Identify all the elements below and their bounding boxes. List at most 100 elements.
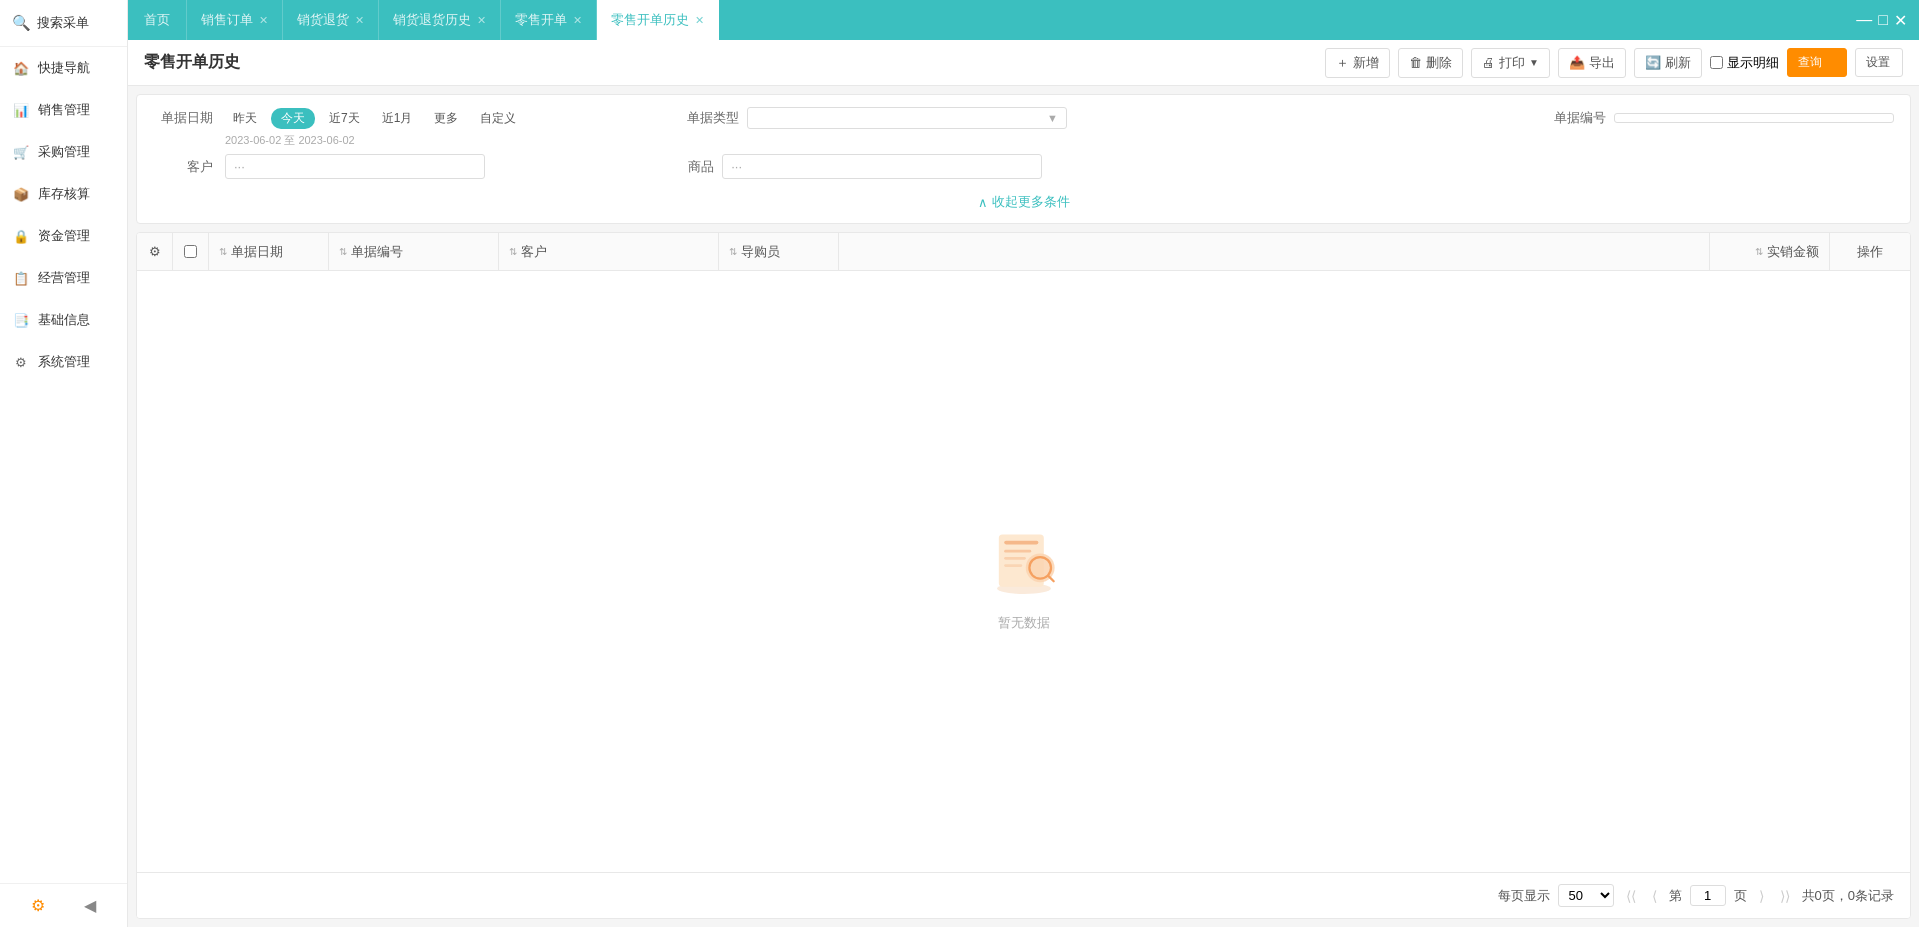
tab-sales-return[interactable]: 销货退货 ✕ [283,0,379,40]
next-page-btn[interactable]: ⟩ [1755,886,1768,906]
th-guide[interactable]: ⇅ 导购员 [719,233,839,270]
toolbar: 零售开单历史 ＋ 新增 🗑 删除 🖨 打印 ▼ 📤 导出 🔄 刷新 显示明细 查… [128,40,1919,86]
sidebar-item-operation[interactable]: 📋 经营管理 [0,257,127,299]
gear-icon: ⚙ [12,353,30,371]
export-icon: 📤 [1569,55,1585,70]
th-date-sort-icon: ⇅ [219,246,227,257]
tab-sales-order[interactable]: 销售订单 ✕ [187,0,283,40]
maximize-button[interactable]: □ [1878,11,1888,29]
custom-btn[interactable]: 自定义 [472,108,524,129]
table-wrapper: ⚙ ⇅ 单据日期 ⇅ 单据编号 ⇅ 客户 ⇅ 导购员 [136,232,1911,919]
sidebar-item-quick-nav[interactable]: 🏠 快捷导航 [0,47,127,89]
prev-page-btn[interactable]: ⟨ [1648,886,1661,906]
sidebar-item-label: 采购管理 [38,143,90,161]
top-nav-right: — □ ✕ [1856,0,1919,40]
select-all-checkbox[interactable] [184,245,197,258]
more-btn[interactable]: 更多 [426,108,466,129]
collapse-up-icon: ∧ [978,195,988,210]
page-label: 页 [1734,887,1747,905]
th-amount[interactable]: ⇅ 实销金额 [1710,233,1830,270]
show-detail-label[interactable]: 显示明细 [1710,54,1779,72]
export-button[interactable]: 📤 导出 [1558,48,1626,78]
page-title: 零售开单历史 [144,52,1317,73]
total-info: 共0页，0条记录 [1802,887,1894,905]
sidebar-search[interactable]: 🔍 搜索采单 [0,0,127,47]
filter-row-date: 单据日期 昨天 今天 近7天 近1月 更多 自定义 单据类型 ▼ [153,107,1894,129]
tab-sales-order-label: 销售订单 [201,11,253,29]
th-checkbox[interactable] [173,233,209,270]
first-page-btn[interactable]: ⟨⟨ [1622,886,1640,906]
th-order-no[interactable]: ⇅ 单据编号 [329,233,499,270]
top-nav: 首页 销售订单 ✕ 销货退货 ✕ 销货退货历史 ✕ 零售开单 ✕ 零售开单历史 … [128,0,1919,40]
tab-retail-history[interactable]: 零售开单历史 ✕ [597,0,719,40]
chart-icon: 📊 [12,101,30,119]
tab-retail-open[interactable]: 零售开单 ✕ [501,0,597,40]
page-number-input[interactable] [1690,885,1726,906]
th-settings[interactable]: ⚙ [137,233,173,270]
box-icon: 📦 [12,185,30,203]
svg-rect-3 [1004,549,1031,552]
pagination: 每页显示 50 10 20 100 ⟨⟨ ⟨ 第 页 ⟩ ⟩⟩ 共0页，0条记录 [137,872,1910,918]
print-button[interactable]: 🖨 打印 ▼ [1471,48,1550,78]
sidebar-item-purchase-mgmt[interactable]: 🛒 采购管理 [0,131,127,173]
goods-label: 商品 [674,158,714,176]
sidebar-item-finance[interactable]: 🔒 资金管理 [0,215,127,257]
th-customer[interactable]: ⇅ 客户 [499,233,719,270]
doc-type-select[interactable]: ▼ [747,107,1067,129]
sidebar-item-inventory[interactable]: 📦 库存核算 [0,173,127,215]
settings-toolbar-button[interactable]: 设置 [1855,48,1903,77]
sidebar-bottom: ⚙ ◀ [0,883,127,927]
th-date[interactable]: ⇅ 单据日期 [209,233,329,270]
refresh-button[interactable]: 🔄 刷新 [1634,48,1702,78]
minimize-button[interactable]: — [1856,11,1872,29]
empty-illustration [979,512,1069,602]
last-page-btn[interactable]: ⟩⟩ [1776,886,1794,906]
tab-retail-open-close[interactable]: ✕ [573,14,582,27]
yesterday-btn[interactable]: 昨天 [225,108,265,129]
close-window-button[interactable]: ✕ [1894,11,1907,30]
collapse-sidebar-button[interactable]: ◀ [84,896,96,915]
page-size-select[interactable]: 50 10 20 100 [1558,884,1614,907]
sidebar-item-label: 快捷导航 [38,59,90,77]
svg-rect-5 [1004,564,1022,567]
sidebar-search-label: 搜索采单 [37,14,89,32]
sidebar-item-basic-info[interactable]: 📑 基础信息 [0,299,127,341]
goods-input[interactable]: ··· [722,154,1042,179]
search-icon: 🔍 [12,14,31,32]
tab-sales-return-close[interactable]: ✕ [355,14,364,27]
show-detail-checkbox[interactable] [1710,56,1723,69]
add-icon: ＋ [1336,54,1349,72]
content-area: 单据日期 昨天 今天 近7天 近1月 更多 自定义 单据类型 ▼ [128,86,1919,927]
tab-home[interactable]: 首页 [128,0,187,40]
customer-input[interactable]: ··· [225,154,485,179]
th-customer-sort-icon: ⇅ [509,246,517,257]
customer-dots: ··· [234,159,245,174]
doc-type-label: 单据类型 [679,109,739,127]
tab-sales-order-close[interactable]: ✕ [259,14,268,27]
tab-sales-return-history-close[interactable]: ✕ [477,14,486,27]
last7-btn[interactable]: 近7天 [321,108,368,129]
tab-sales-return-history[interactable]: 销货退货历史 ✕ [379,0,501,40]
customer-label: 客户 [153,158,213,176]
goods-group: 商品 ··· [517,154,1200,179]
settings-button[interactable]: ⚙ [31,896,45,915]
sidebar-item-label: 经营管理 [38,269,90,287]
svg-rect-2 [1004,540,1038,544]
sidebar-item-system[interactable]: ⚙ 系统管理 [0,341,127,383]
collapse-button[interactable]: ∧ 收起更多条件 [978,193,1070,211]
today-btn[interactable]: 今天 [271,108,315,129]
last-month-btn[interactable]: 近1月 [374,108,421,129]
doc-no-input[interactable] [1614,113,1894,123]
sidebar-item-label: 系统管理 [38,353,90,371]
delete-button[interactable]: 🗑 删除 [1398,48,1463,78]
svg-rect-4 [1004,557,1026,560]
add-button[interactable]: ＋ 新增 [1325,48,1390,78]
th-amount-sort-icon: ⇅ [1755,246,1763,257]
table-icon: 📋 [12,269,30,287]
tab-retail-history-label: 零售开单历史 [611,11,689,29]
sidebar-item-sales-mgmt[interactable]: 📊 销售管理 [0,89,127,131]
bag-icon: 🛒 [12,143,30,161]
goods-dots: ··· [731,159,742,174]
tab-retail-history-close[interactable]: ✕ [695,14,704,27]
query-button[interactable]: 查询 [1787,48,1847,77]
